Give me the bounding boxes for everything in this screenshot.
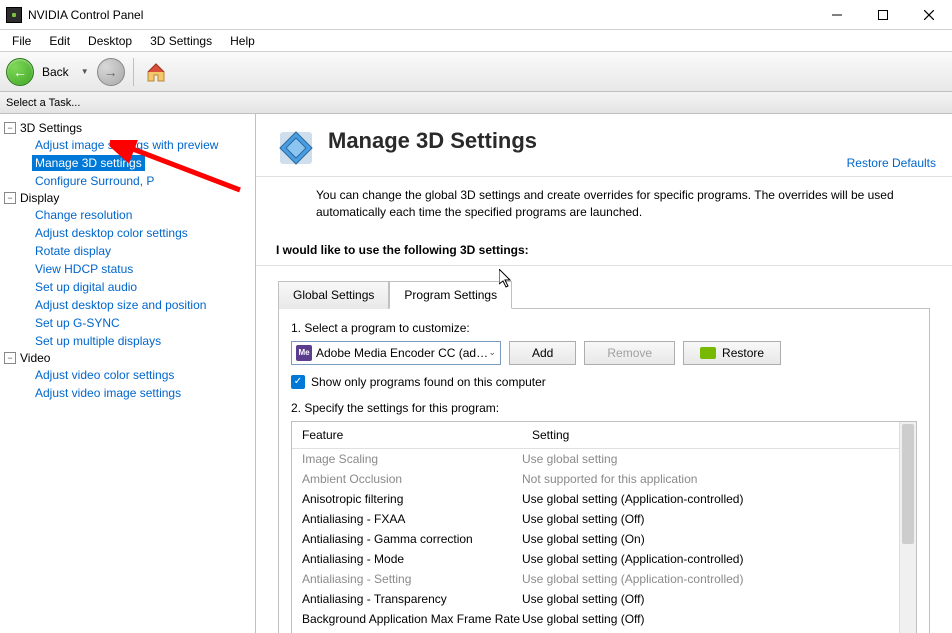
feature-cell: Antialiasing - Mode [302,552,522,566]
tree-item-rotate-display[interactable]: Rotate display [4,242,251,260]
feature-cell: Image Scaling [302,452,522,466]
menu-edit[interactable]: Edit [41,32,78,50]
column-feature[interactable]: Feature [292,422,522,448]
feature-cell: Antialiasing - Gamma correction [302,532,522,546]
task-header: Select a Task... [0,92,952,114]
tab-panel: 1. Select a program to customize: Me Ado… [278,308,930,633]
back-button[interactable]: ← [6,58,34,86]
minimize-button[interactable] [814,0,860,30]
table-row[interactable]: Antialiasing - ModeUse global setting (A… [292,549,899,569]
tree-item-configure-surround[interactable]: Configure Surround, P [4,172,251,190]
close-button[interactable] [906,0,952,30]
back-dropdown[interactable]: ▼ [81,67,89,76]
tree-group-video[interactable]: − Video [4,350,251,366]
section-title: I would like to use the following 3D set… [256,231,952,266]
show-only-label: Show only programs found on this compute… [311,375,546,389]
nvidia-badge-icon [700,347,716,359]
tree-item-setup-multiple-displays[interactable]: Set up multiple displays [4,332,251,350]
tree-item-manage-3d-settings[interactable]: Manage 3D settings [4,154,251,172]
titlebar: NVIDIA Control Panel [0,0,952,30]
step2-label: 2. Specify the settings for this program… [291,401,917,415]
setting-cell: Use global setting (Off) [522,612,645,626]
window-title: NVIDIA Control Panel [28,8,143,22]
tree-item-setup-digital-audio[interactable]: Set up digital audio [4,278,251,296]
feature-cell: Antialiasing - Setting [302,572,522,586]
table-header: Feature Setting [292,422,899,449]
table-row[interactable]: Image ScalingUse global setting [292,449,899,469]
feature-cell: Anisotropic filtering [302,492,522,506]
menubar: File Edit Desktop 3D Settings Help [0,30,952,52]
table-row[interactable]: Background Application Max Frame RateUse… [292,609,899,629]
restore-button[interactable]: Restore [683,341,781,365]
program-select-value: Adobe Media Encoder CC (adob... [316,346,488,360]
menu-3d-settings[interactable]: 3D Settings [142,32,220,50]
table-row[interactable]: CUDA - GPUsUse global setting (All) [292,629,899,633]
remove-button[interactable]: Remove [584,341,675,365]
scrollbar[interactable] [899,422,916,633]
tree-item-setup-gsync[interactable]: Set up G-SYNC [4,314,251,332]
scroll-thumb[interactable] [902,424,914,544]
setting-cell: Use global setting (Off) [522,592,645,606]
setting-cell: Use global setting (Application-controll… [522,552,743,566]
maximize-button[interactable] [860,0,906,30]
page-description: You can change the global 3D settings an… [256,177,952,231]
restore-defaults-link[interactable]: Restore Defaults [847,156,936,170]
setting-cell: Use global setting (Off) [522,512,645,526]
program-select[interactable]: Me Adobe Media Encoder CC (adob... ⌄ [291,341,501,365]
tab-program-settings[interactable]: Program Settings [389,281,512,309]
setting-cell: Use global setting (Application-controll… [522,492,743,506]
sidebar: − 3D Settings Adjust image settings with… [0,114,256,633]
column-setting[interactable]: Setting [522,422,899,448]
tab-global-settings[interactable]: Global Settings [278,281,389,309]
setting-cell: Not supported for this application [522,472,697,486]
page-header-icon [276,128,316,168]
tree-item-adjust-video-image-settings[interactable]: Adjust video image settings [4,384,251,402]
setting-cell: Use global setting [522,452,617,466]
chevron-down-icon: ⌄ [488,347,496,358]
table-row[interactable]: Ambient OcclusionNot supported for this … [292,469,899,489]
feature-cell: Antialiasing - FXAA [302,512,522,526]
add-button[interactable]: Add [509,341,576,365]
collapse-icon[interactable]: − [4,192,16,204]
feature-cell: Antialiasing - Transparency [302,592,522,606]
tree-item-change-resolution[interactable]: Change resolution [4,206,251,224]
forward-button[interactable]: → [97,58,125,86]
content: Manage 3D Settings Restore Defaults You … [256,114,952,633]
tree-item-adjust-image-settings-with-preview[interactable]: Adjust image settings with preview [4,136,251,154]
menu-file[interactable]: File [4,32,39,50]
tree-group-3d-settings[interactable]: − 3D Settings [4,120,251,136]
tree-group-display[interactable]: − Display [4,190,251,206]
home-button[interactable] [142,58,170,86]
back-label: Back [42,65,69,79]
tree-item-adjust-video-color-settings[interactable]: Adjust video color settings [4,366,251,384]
step1-label: 1. Select a program to customize: [291,321,917,335]
show-only-checkbox[interactable]: ✓ [291,375,305,389]
feature-cell: Background Application Max Frame Rate [302,612,522,626]
menu-help[interactable]: Help [222,32,263,50]
table-row[interactable]: Antialiasing - SettingUse global setting… [292,569,899,589]
tree-item-view-hdcp-status[interactable]: View HDCP status [4,260,251,278]
toolbar: ← Back ▼ → [0,52,952,92]
tree-item-adjust-desktop-size-position[interactable]: Adjust desktop size and position [4,296,251,314]
settings-table: Feature Setting Image ScalingUse global … [291,421,917,633]
collapse-icon[interactable]: − [4,352,16,364]
tree-item-adjust-desktop-color-settings[interactable]: Adjust desktop color settings [4,224,251,242]
page-title: Manage 3D Settings [328,128,537,154]
feature-cell: Ambient Occlusion [302,472,522,486]
media-encoder-icon: Me [296,345,312,361]
table-row[interactable]: Antialiasing - Gamma correctionUse globa… [292,529,899,549]
menu-desktop[interactable]: Desktop [80,32,140,50]
tabs: Global Settings Program Settings [278,280,952,308]
collapse-icon[interactable]: − [4,122,16,134]
setting-cell: Use global setting (On) [522,532,645,546]
app-icon [6,7,22,23]
table-row[interactable]: Antialiasing - FXAAUse global setting (O… [292,509,899,529]
table-row[interactable]: Anisotropic filteringUse global setting … [292,489,899,509]
table-row[interactable]: Antialiasing - TransparencyUse global se… [292,589,899,609]
setting-cell: Use global setting (Application-controll… [522,572,743,586]
